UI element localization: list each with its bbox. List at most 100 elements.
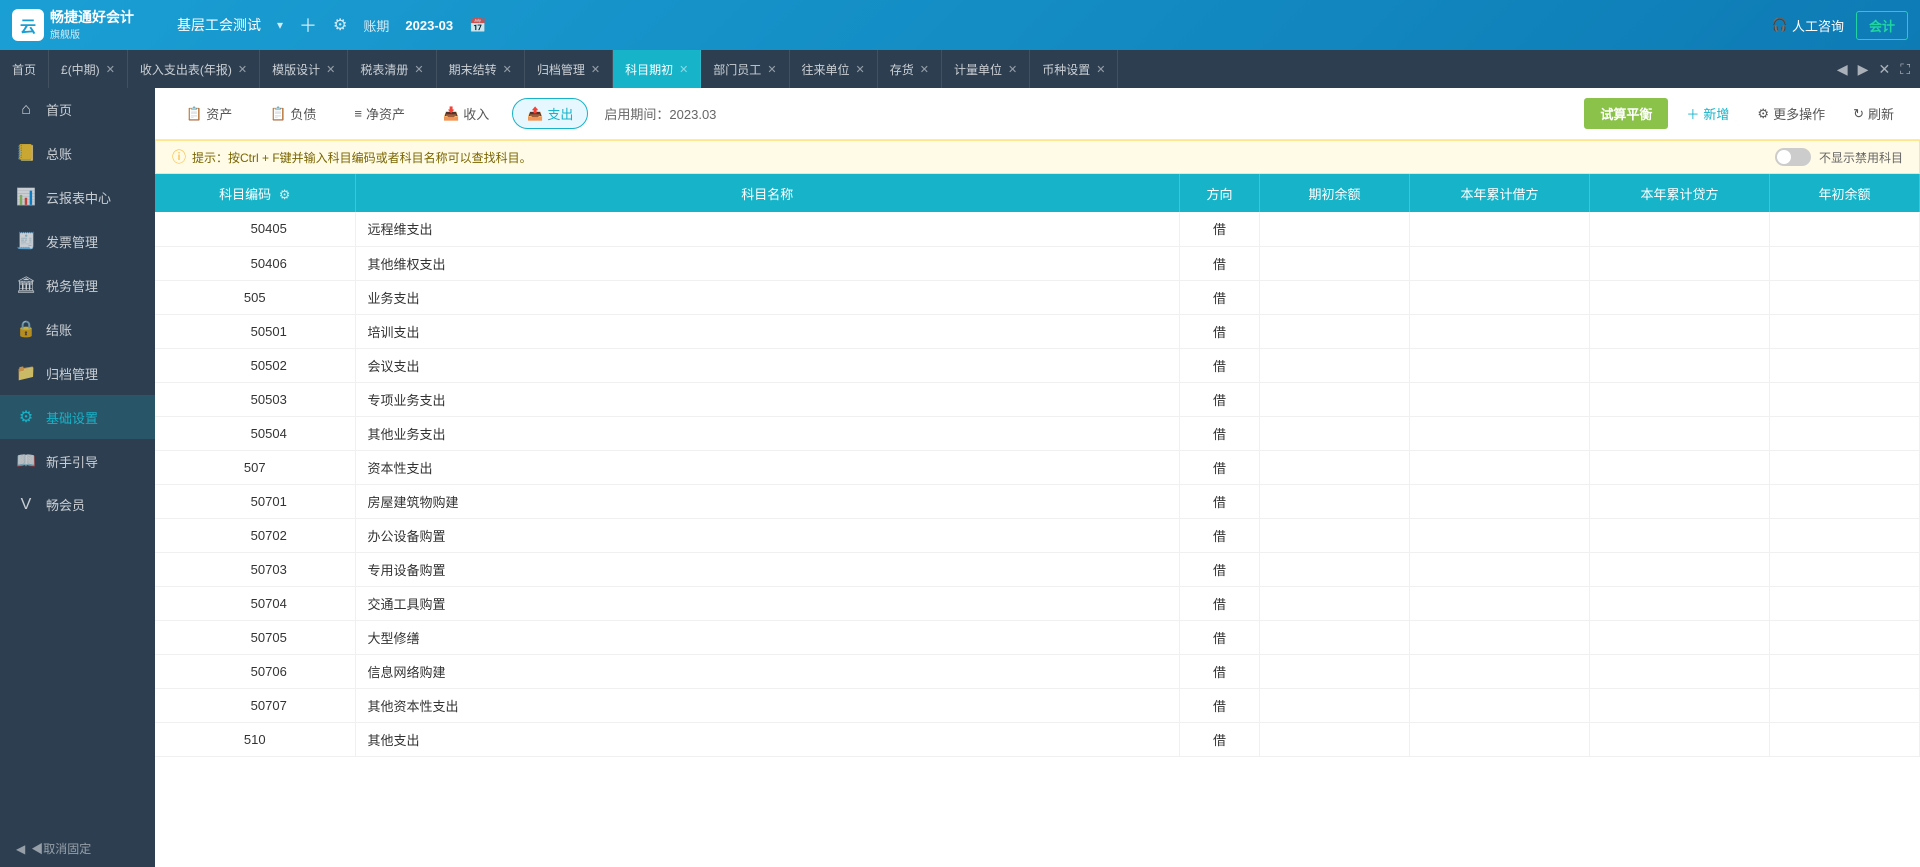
tab-template[interactable]: 模版设计 ✕ <box>260 50 348 88</box>
tab-annual[interactable]: 收入支出表(年报) ✕ <box>128 50 260 88</box>
tab-taxlist[interactable]: 税表清册 ✕ <box>348 50 436 88</box>
tab-yearend[interactable]: 期末结转 ✕ <box>437 50 525 88</box>
tab-annual-close[interactable]: ✕ <box>238 63 247 76</box>
equity-icon: ≡ <box>354 106 362 121</box>
table-row[interactable]: 50704交通工具购置借 <box>155 586 1920 620</box>
tab-next-button[interactable]: ▶ <box>1854 59 1873 80</box>
table-row[interactable]: 50501培训支出借 <box>155 314 1920 348</box>
more-button[interactable]: ⚙ 更多操作 <box>1747 99 1835 128</box>
cell-year-balance <box>1770 688 1920 722</box>
refresh-label: 刷新 <box>1868 104 1894 123</box>
filter-tab-equity[interactable]: ≡ 净资产 <box>339 98 420 129</box>
table-row[interactable]: 50504其他业务支出借 <box>155 416 1920 450</box>
table-row[interactable]: 505业务支出借 <box>155 280 1920 314</box>
filter-tab-asset[interactable]: 📋 资产 <box>171 98 247 129</box>
table-row[interactable]: 50706信息网络购建借 <box>155 654 1920 688</box>
tab-subject-close[interactable]: ✕ <box>679 63 688 76</box>
filter-tab-expense[interactable]: 📤 支出 <box>512 98 588 129</box>
tab-archive-label: 归档管理 <box>537 61 585 78</box>
tab-yearend-close[interactable]: ✕ <box>503 63 512 76</box>
table-row[interactable]: 50406其他维权支出借 <box>155 246 1920 280</box>
tab-taxlist-close[interactable]: ✕ <box>414 63 423 76</box>
notice-text: 提示：按Ctrl + F键并输入科目编码或者科目名称可以查找科目。 <box>192 149 532 166</box>
table-row[interactable]: 507资本性支出借 <box>155 450 1920 484</box>
tab-contact-close[interactable]: ✕ <box>856 63 865 76</box>
cell-ytd-debit <box>1410 688 1590 722</box>
cell-code: 50707 <box>155 688 355 722</box>
sidebar-item-guide[interactable]: 📖 新手引导 <box>0 439 155 483</box>
cell-ytd-credit <box>1590 348 1770 382</box>
table-row[interactable]: 50405远程维支出借 <box>155 212 1920 246</box>
tab-expand-button[interactable]: ⛶ <box>1896 59 1914 80</box>
table-container[interactable]: 科目编码 ⚙ 科目名称 方向 期初余额 本年累计借方 本年累计贷方 年初余额 5… <box>155 174 1920 867</box>
sidebar-item-home[interactable]: ⌂ 首页 <box>0 88 155 131</box>
tab-inventory-close[interactable]: ✕ <box>920 63 929 76</box>
table-row[interactable]: 50707其他资本性支出借 <box>155 688 1920 722</box>
sidebar-item-member[interactable]: V 畅会员 <box>0 483 155 526</box>
add-button[interactable]: ＋ 新增 <box>1676 99 1739 128</box>
col-header-name: 科目名称 <box>355 174 1180 212</box>
column-settings-icon[interactable]: ⚙ <box>279 187 291 202</box>
tab-midterm-close[interactable]: ✕ <box>106 63 115 76</box>
tab-archive[interactable]: 归档管理 ✕ <box>525 50 613 88</box>
tab-currency[interactable]: 币种设置 ✕ <box>1030 50 1118 88</box>
tab-unit-close[interactable]: ✕ <box>1008 63 1017 76</box>
asset-icon: 📋 <box>186 106 202 122</box>
cell-code: 505 <box>155 280 355 314</box>
subject-table: 科目编码 ⚙ 科目名称 方向 期初余额 本年累计借方 本年累计贷方 年初余额 5… <box>155 174 1920 757</box>
filter-tab-liability[interactable]: 📋 负债 <box>255 98 331 129</box>
table-row[interactable]: 50701房屋建筑物购建借 <box>155 484 1920 518</box>
table-row[interactable]: 50703专用设备购置借 <box>155 552 1920 586</box>
cell-year-balance <box>1770 280 1920 314</box>
cell-year-balance <box>1770 450 1920 484</box>
tab-prev-button[interactable]: ◀ <box>1833 59 1852 80</box>
cell-code: 50406 <box>155 246 355 280</box>
sidebar-item-invoice[interactable]: 🧾 发票管理 <box>0 219 155 263</box>
cell-ytd-debit <box>1410 484 1590 518</box>
tab-close-all-button[interactable]: ✕ <box>1874 59 1894 80</box>
support-button[interactable]: 🎧 人工咨询 <box>1772 16 1844 35</box>
sidebar-collapse-button[interactable]: ◀ ◀取消固定 <box>0 830 155 867</box>
tab-inventory[interactable]: 存货 ✕ <box>878 50 942 88</box>
table-row[interactable]: 50503专项业务支出借 <box>155 382 1920 416</box>
company-dropdown-icon[interactable]: ▾ <box>277 18 283 32</box>
more-label: 更多操作 <box>1773 104 1825 123</box>
refresh-icon: ↻ <box>1853 106 1864 122</box>
tab-dept[interactable]: 部门员工 ✕ <box>701 50 789 88</box>
sidebar-label-settings: 基础设置 <box>46 408 98 427</box>
table-row[interactable]: 50502会议支出借 <box>155 348 1920 382</box>
cell-name: 资本性支出 <box>355 450 1180 484</box>
tab-contact[interactable]: 往来单位 ✕ <box>790 50 878 88</box>
tab-midterm[interactable]: £(中期) ✕ <box>49 50 128 88</box>
header-settings-icon[interactable]: ⚙ <box>333 15 347 35</box>
sidebar-item-close[interactable]: 🔒 结账 <box>0 307 155 351</box>
tab-currency-close[interactable]: ✕ <box>1096 63 1105 76</box>
account-button[interactable]: 会计 <box>1856 11 1908 40</box>
cell-code: 50704 <box>155 586 355 620</box>
disable-toggle[interactable] <box>1775 148 1811 166</box>
trial-balance-button[interactable]: 试算平衡 <box>1584 98 1668 129</box>
tab-dept-close[interactable]: ✕ <box>767 63 776 76</box>
sidebar-item-settings[interactable]: ⚙ 基础设置 <box>0 395 155 439</box>
table-row[interactable]: 510其他支出借 <box>155 722 1920 756</box>
table-row[interactable]: 50702办公设备购置借 <box>155 518 1920 552</box>
table-body: 50405远程维支出借50406其他维权支出借505业务支出借50501培训支出… <box>155 212 1920 756</box>
col-header-ytd-credit: 本年累计贷方 <box>1590 174 1770 212</box>
tab-annual-label: 收入支出表(年报) <box>140 61 232 78</box>
tab-subject[interactable]: 科目期初 ✕ <box>613 50 701 88</box>
calendar-icon[interactable]: 📅 <box>469 17 486 34</box>
cell-ytd-credit <box>1590 484 1770 518</box>
cell-ytd-debit <box>1410 212 1590 246</box>
table-row[interactable]: 50705大型修缮借 <box>155 620 1920 654</box>
tab-unit[interactable]: 计量单位 ✕ <box>942 50 1030 88</box>
tab-archive-close[interactable]: ✕ <box>591 63 600 76</box>
sidebar-item-archive[interactable]: 📁 归档管理 <box>0 351 155 395</box>
sidebar-item-ledger[interactable]: 📒 总账 <box>0 131 155 175</box>
header-add-button[interactable]: ＋ <box>299 12 317 38</box>
sidebar-item-reports[interactable]: 📊 云报表中心 <box>0 175 155 219</box>
tab-template-close[interactable]: ✕ <box>326 63 335 76</box>
filter-tab-income[interactable]: 📥 收入 <box>428 98 504 129</box>
sidebar-item-tax[interactable]: 🏛 税务管理 <box>0 263 155 307</box>
refresh-button[interactable]: ↻ 刷新 <box>1843 99 1904 128</box>
tab-home[interactable]: 首页 <box>0 50 49 88</box>
